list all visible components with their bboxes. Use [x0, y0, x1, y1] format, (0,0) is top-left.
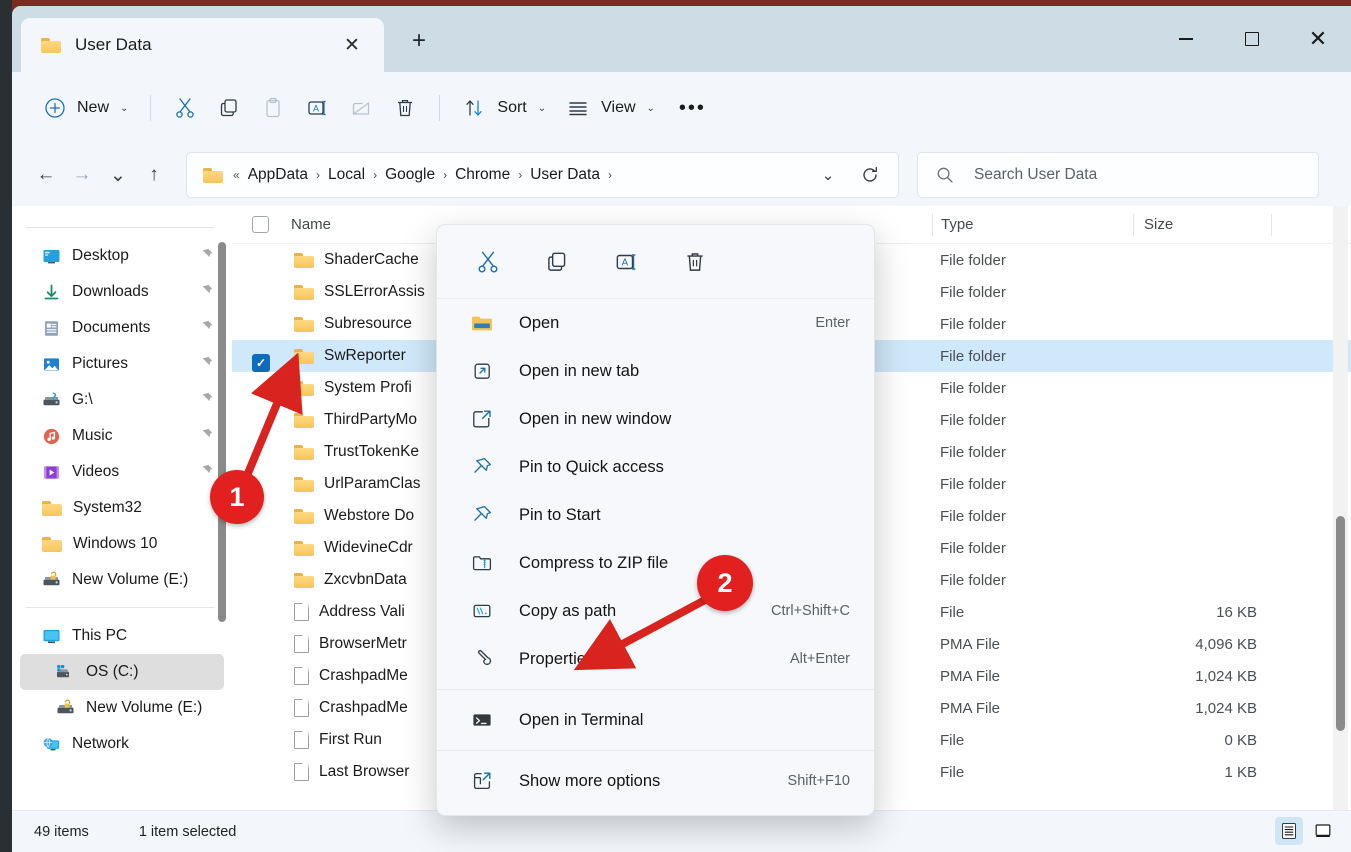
- annotation-badge-1: 1: [210, 470, 264, 524]
- annotation-arrow-1: [242, 352, 707, 671]
- annotation-badge-2: 2: [697, 555, 753, 611]
- screenshot-root: User Data ✕ + ✕ New ⌄ A Sort ⌄ View ⌄ ••…: [0, 0, 1351, 852]
